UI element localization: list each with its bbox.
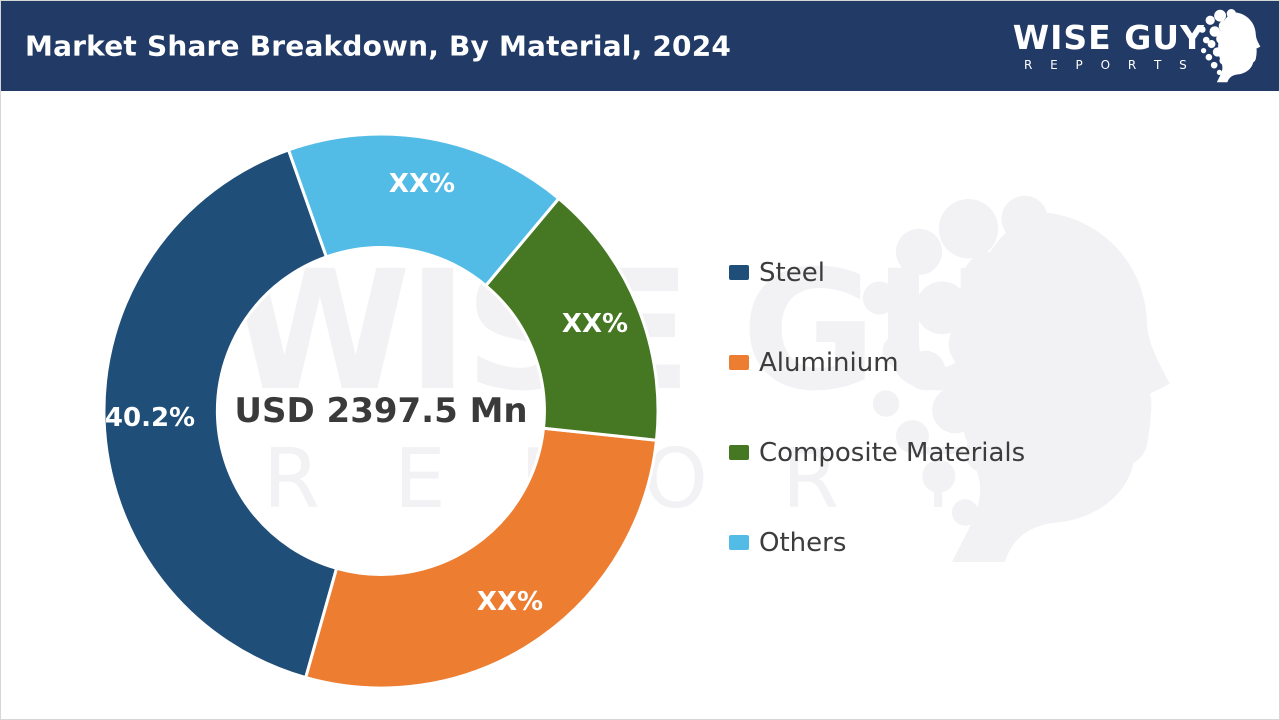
wise-guy-logo: WISE GUY R E P O R T S — [1013, 8, 1263, 84]
chart-legend: Steel Aluminium Composite Materials Others — [729, 251, 1025, 564]
legend-label: Steel — [759, 257, 825, 288]
slice-label-aluminium: XX% — [477, 587, 543, 617]
logo-subname: R E P O R T S — [1023, 57, 1194, 72]
slice-label-steel: 40.2% — [105, 403, 195, 433]
legend-item-aluminium: Aluminium — [729, 341, 1025, 384]
legend-item-composite-materials: Composite Materials — [729, 431, 1025, 474]
legend-swatch — [729, 535, 749, 550]
chart-center-value: USD 2397.5 Mn — [234, 391, 528, 431]
slice-aluminium — [304, 426, 658, 690]
logo-face-icon — [1198, 9, 1261, 83]
legend-label: Others — [759, 527, 847, 558]
header-bar: Market Share Breakdown, By Material, 202… — [1, 1, 1279, 91]
legend-label: Aluminium — [759, 347, 899, 378]
legend-label: Composite Materials — [759, 437, 1026, 468]
slice-label-others: XX% — [389, 169, 455, 199]
page-title: Market Share Breakdown, By Material, 202… — [25, 29, 732, 63]
legend-item-steel: Steel — [729, 251, 1025, 294]
slice-label-composite-materials: XX% — [562, 309, 628, 339]
report-card: WISE GUY R E P O R T S 40.2% XX% XX% XX% US… — [0, 0, 1280, 720]
legend-item-others: Others — [729, 521, 1025, 564]
legend-swatch — [729, 445, 749, 460]
legend-swatch — [729, 355, 749, 370]
donut-chart: 40.2% XX% XX% XX% — [102, 132, 660, 690]
legend-swatch — [729, 265, 749, 280]
logo-text: WISE GUY R E P O R T S — [1012, 18, 1205, 72]
logo-name: WISE GUY — [1012, 18, 1205, 58]
